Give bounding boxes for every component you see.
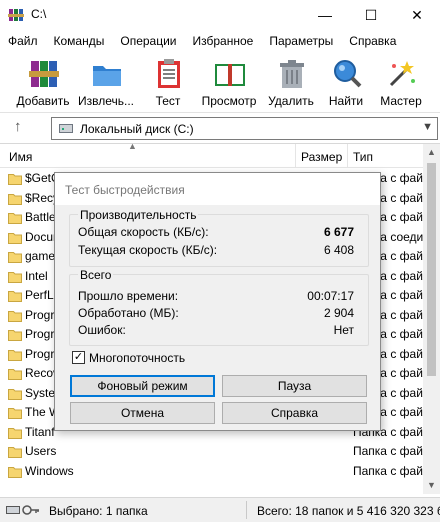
elapsed-value: 00:07:17 <box>307 289 354 303</box>
folder-icon <box>8 172 22 185</box>
toolbar: Добавить Извлечь... Тест Просмотр Удалит… <box>0 53 440 113</box>
background-mode-button[interactable]: Фоновый режим <box>70 375 215 397</box>
wizard-wand-icon <box>389 61 415 87</box>
benchmark-dialog: Тест быстродействия Производительность О… <box>54 172 381 431</box>
test-button[interactable]: Тест <box>140 53 196 113</box>
magnifier-icon <box>334 60 362 88</box>
wizard-button[interactable]: Мастер <box>373 53 429 113</box>
menu-help[interactable]: Справка <box>341 31 404 51</box>
folder-icon <box>8 231 22 244</box>
overall-speed-value: 6 677 <box>323 225 354 239</box>
folder-icon <box>8 289 22 302</box>
scroll-thumb[interactable] <box>427 163 436 376</box>
title-bar: C:\ — ☐ ✕ <box>0 0 440 30</box>
folder-icon <box>8 445 22 458</box>
overall-speed-label: Общая скорость (КБ/с): <box>78 225 209 239</box>
processed-value: 2 904 <box>323 306 354 320</box>
multithread-label[interactable]: Многопоточность <box>89 351 185 365</box>
up-arrow-icon[interactable]: ↑ <box>14 118 22 135</box>
chevron-down-icon[interactable]: ▼ <box>422 121 433 133</box>
current-speed-value: 6 408 <box>323 243 354 257</box>
folder-icon <box>8 192 22 205</box>
table-row[interactable]: Windows Папка с файл <box>0 462 423 482</box>
folder-icon <box>8 367 22 380</box>
current-speed-label: Текущая скорость (КБ/с): <box>78 243 218 257</box>
status-selected: Выбрано: 1 папка <box>49 504 148 518</box>
dialog-title-bar[interactable]: Тест быстродействия <box>55 173 380 205</box>
column-type[interactable]: Тип <box>353 150 373 164</box>
folder-icon <box>8 309 22 322</box>
folder-icon <box>8 250 22 263</box>
scroll-up-arrow-icon[interactable]: ▲ <box>423 144 440 161</box>
pause-button[interactable]: Пауза <box>222 375 367 397</box>
key-icon <box>22 505 39 515</box>
view-button[interactable]: Просмотр <box>201 53 257 113</box>
folder-icon <box>8 211 22 224</box>
column-divider[interactable] <box>347 144 348 168</box>
total-label: Всего <box>78 268 114 282</box>
status-total: Всего: 18 папок и 5 416 320 323 б <box>257 504 440 518</box>
errors-label: Ошибок: <box>78 323 126 337</box>
address-value: Локальный диск (C:) <box>80 122 194 136</box>
winrar-icon <box>8 9 24 21</box>
extract-folder-icon <box>93 66 121 86</box>
column-name[interactable]: Имя <box>9 150 32 164</box>
menu-favorites[interactable]: Избранное <box>185 31 262 51</box>
menu-options[interactable]: Параметры <box>261 31 341 51</box>
total-group: Всего Прошло времени: 00:07:17 Обработан… <box>69 268 369 346</box>
vertical-scrollbar[interactable]: ▲ ▼ <box>423 144 440 494</box>
menu-operations[interactable]: Операции <box>112 31 184 51</box>
folder-icon <box>8 387 22 400</box>
view-book-icon <box>215 64 245 86</box>
close-button[interactable]: ✕ <box>394 0 440 30</box>
window-title: C:\ <box>31 7 47 21</box>
column-size[interactable]: Размер <box>301 150 342 164</box>
drive-icon <box>59 124 73 133</box>
status-divider <box>246 501 247 519</box>
minimize-button[interactable]: — <box>302 0 348 30</box>
add-button[interactable]: Добавить <box>15 53 71 113</box>
archive-books-icon <box>29 61 59 87</box>
folder-icon <box>8 426 22 439</box>
processed-label: Обработано (МБ): <box>78 306 179 320</box>
menu-commands[interactable]: Команды <box>46 31 113 51</box>
folder-icon <box>8 348 22 361</box>
performance-label: Производительность <box>78 208 199 222</box>
sort-caret-icon: ▲ <box>128 141 137 151</box>
help-button[interactable]: Справка <box>222 402 367 424</box>
test-clipboard-icon <box>158 59 180 88</box>
folder-icon <box>8 406 22 419</box>
status-bar: Выбрано: 1 папка Всего: 18 папок и 5 416… <box>0 497 440 522</box>
extract-button[interactable]: Извлечь... <box>78 53 134 113</box>
multithread-checkbox[interactable]: ✓ <box>72 351 85 364</box>
folder-icon <box>8 465 22 478</box>
address-bar: ↑ Локальный диск (C:) ▼ <box>0 114 440 142</box>
scroll-down-arrow-icon[interactable]: ▼ <box>423 477 440 494</box>
menu-bar: Файл Команды Операции Избранное Параметр… <box>0 31 440 51</box>
delete-button[interactable]: Удалить <box>263 53 319 113</box>
performance-group: Производительность Общая скорость (КБ/с)… <box>69 208 369 267</box>
address-field[interactable]: Локальный диск (C:) ▼ <box>51 117 438 140</box>
cancel-button[interactable]: Отмена <box>70 402 215 424</box>
find-button[interactable]: Найти <box>318 53 374 113</box>
folder-icon <box>8 270 22 283</box>
maximize-button[interactable]: ☐ <box>348 0 394 30</box>
folder-icon <box>8 328 22 341</box>
dialog-title: Тест быстродействия <box>65 183 185 197</box>
table-row[interactable]: Users Папка с файл <box>0 442 423 462</box>
column-divider[interactable] <box>295 144 296 168</box>
disk-status-icon <box>6 506 20 514</box>
errors-value: Нет <box>333 323 354 337</box>
list-header: ▲ Имя Размер Тип <box>0 141 423 168</box>
elapsed-label: Прошло времени: <box>78 289 179 303</box>
menu-file[interactable]: Файл <box>0 31 46 51</box>
trash-icon <box>280 60 304 88</box>
